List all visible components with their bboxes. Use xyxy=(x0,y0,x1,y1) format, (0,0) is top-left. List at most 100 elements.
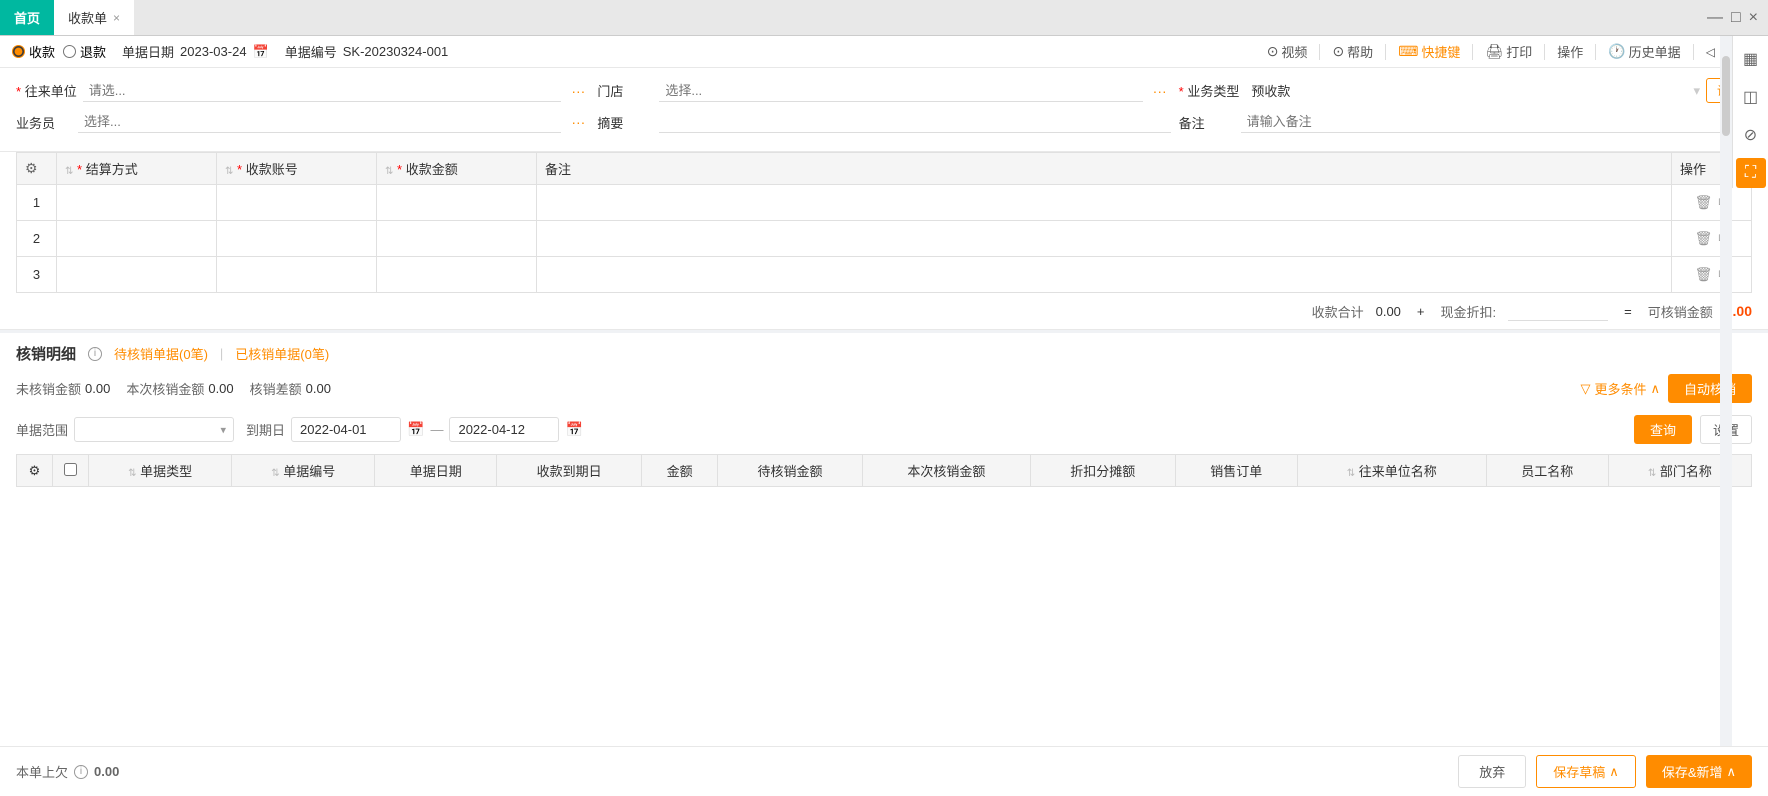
biz-type-field: * 业务类型 预收款 ▾ 设置 xyxy=(1179,78,1752,103)
date-to-calendar-icon[interactable]: 📅 xyxy=(565,421,582,438)
refund-radio[interactable] xyxy=(63,45,76,58)
operation-label: 操作 xyxy=(1557,42,1583,61)
reconcile-section: 核销明细 i 待核销单据(0笔) | 已核销单据(0笔) 未核销金额 0.00 … xyxy=(0,330,1768,497)
staff-input[interactable] xyxy=(78,111,561,133)
save-draft-label: 保存草稿 xyxy=(1553,762,1605,781)
save-new-button[interactable]: 保存&新增 ∧ xyxy=(1646,755,1752,788)
sidebar-icon-2[interactable]: ◫ xyxy=(1736,82,1766,112)
save-draft-button[interactable]: 保存草稿 ∧ xyxy=(1536,755,1636,788)
video-btn[interactable]: ⊙ 视频 xyxy=(1267,42,1308,61)
right-sidebar: ▦ ◫ ⊘ ⛶ xyxy=(1732,36,1768,188)
reconcile-info-icon[interactable]: i xyxy=(88,347,102,361)
help-btn[interactable]: ⊙ 帮助 xyxy=(1332,42,1373,61)
shortcut-btn[interactable]: ⌨ 快捷键 xyxy=(1398,42,1460,61)
due-label: 到期日 xyxy=(246,420,285,439)
row-2-settle[interactable] xyxy=(57,221,217,257)
sidebar-icon-3[interactable]: ⊘ xyxy=(1736,120,1766,150)
th-discount: 折扣分摊额 xyxy=(1030,455,1175,487)
receipt-radio-text: 收款 xyxy=(29,42,55,61)
more-filter-btn[interactable]: ▽ 更多条件 ∧ xyxy=(1580,379,1660,398)
unchecked-stat: 未核销金额 0.00 xyxy=(16,379,110,398)
tab-home[interactable]: 首页 xyxy=(0,0,54,35)
th-due-date: 收款到期日 xyxy=(497,455,642,487)
receipt-table-container: ⚙ ⇅ * 结算方式 ⇅ * 收款账号 ⇅ * 收款 xyxy=(0,152,1768,293)
range-label: 单据范围 xyxy=(16,420,68,439)
discard-button[interactable]: 放弃 xyxy=(1458,755,1526,788)
row-1-account[interactable] xyxy=(217,185,377,221)
receipt-radio-label[interactable]: 收款 xyxy=(12,42,55,61)
table-gear-icon[interactable]: ⚙ xyxy=(25,160,38,176)
date-from-calendar-icon[interactable]: 📅 xyxy=(407,421,424,438)
more-filter-label: 更多条件 xyxy=(1594,379,1646,398)
store-input[interactable] xyxy=(659,80,1142,102)
staff-field: 业务员 ··· xyxy=(16,111,589,133)
operation-btn[interactable]: 操作 xyxy=(1557,42,1583,61)
th-operation-label: 操作 xyxy=(1680,162,1706,177)
row-3-delete-icon[interactable]: 🗑 xyxy=(1695,266,1713,283)
receipt-radio[interactable] xyxy=(12,45,25,58)
th-pending: 待核销金额 xyxy=(718,455,863,487)
pending-tab-link[interactable]: 待核销单据(0笔) xyxy=(114,344,208,363)
row-1-remark[interactable] xyxy=(537,185,1672,221)
doc-date-label: 单据日期 xyxy=(122,42,174,61)
date-from-input[interactable] xyxy=(291,417,401,442)
query-btn[interactable]: 查询 xyxy=(1634,415,1692,444)
partner-more-btn[interactable]: ··· xyxy=(567,83,589,99)
row-1-delete-icon[interactable]: 🗑 xyxy=(1695,194,1713,211)
tab-receipt[interactable]: 收款单 × xyxy=(54,0,134,35)
sidebar-icon-1[interactable]: ▦ xyxy=(1736,44,1766,74)
prev-info-icon[interactable]: i xyxy=(74,765,88,779)
note-field: 备注 xyxy=(1179,111,1752,133)
win-max-button[interactable]: □ xyxy=(1731,9,1741,27)
refund-radio-label[interactable]: 退款 xyxy=(63,42,106,61)
row-2-delete-icon[interactable]: 🗑 xyxy=(1695,230,1713,247)
tab-receipt-close[interactable]: × xyxy=(113,11,120,25)
note-input[interactable] xyxy=(1241,111,1752,133)
discount-input[interactable] xyxy=(1508,301,1608,321)
partner-input[interactable] xyxy=(83,80,562,102)
staff-more-btn[interactable]: ··· xyxy=(567,114,589,130)
sidebar-icon-4[interactable]: ⛶ xyxy=(1736,158,1766,188)
win-close-button[interactable]: × xyxy=(1749,9,1758,27)
available-label: 可核销金额 xyxy=(1648,302,1713,321)
th-pending-label: 待核销金额 xyxy=(758,464,823,479)
history-btn[interactable]: 🕐 历史单据 xyxy=(1608,42,1680,61)
print-btn[interactable]: 🖨 打印 xyxy=(1485,42,1532,61)
row-3-remark[interactable] xyxy=(537,257,1672,293)
doc-no-value: SK-20230324-001 xyxy=(343,44,449,59)
doc-date-value: 2023-03-24 xyxy=(180,44,247,59)
range-select[interactable] xyxy=(74,417,234,442)
date-calendar-icon[interactable]: 📅 xyxy=(253,44,269,60)
summary-field: 摘要 xyxy=(597,111,1170,133)
th-current: 本次核销金额 xyxy=(863,455,1031,487)
select-all-checkbox[interactable] xyxy=(64,463,77,476)
done-tab-link[interactable]: 已核销单据(0笔) xyxy=(235,344,329,363)
doc-no-label: 单据编号 xyxy=(285,42,337,61)
tab-bar: 首页 收款单 × — □ × xyxy=(0,0,1768,36)
win-min-button[interactable]: — xyxy=(1707,9,1723,27)
scrollbar-thumb[interactable] xyxy=(1722,56,1730,136)
table-gear-icon-2[interactable]: ⚙ xyxy=(29,463,41,478)
table-row: 2 🗑 ⧉ xyxy=(17,221,1752,257)
biz-type-dropdown-icon[interactable]: ▾ xyxy=(1693,83,1700,99)
row-1-settle[interactable] xyxy=(57,185,217,221)
due-date-filter-group: 到期日 📅 — 📅 xyxy=(246,417,583,442)
th-order-label: 销售订单 xyxy=(1210,464,1262,479)
row-2-amount[interactable] xyxy=(377,221,537,257)
th-due-date-label: 收款到期日 xyxy=(537,464,602,479)
store-more-btn[interactable]: ··· xyxy=(1149,83,1171,99)
receipt-table: ⚙ ⇅ * 结算方式 ⇅ * 收款账号 ⇅ * 收款 xyxy=(16,152,1752,293)
shortcut-label: 快捷键 xyxy=(1421,42,1460,61)
unchecked-value: 0.00 xyxy=(85,381,110,396)
th-amount: 金额 xyxy=(642,455,718,487)
row-3-account[interactable] xyxy=(217,257,377,293)
row-1-amount[interactable] xyxy=(377,185,537,221)
auto-reconcile-btn[interactable]: 自动核销 xyxy=(1668,374,1752,403)
row-2-remark[interactable] xyxy=(537,221,1672,257)
date-to-input[interactable] xyxy=(449,417,559,442)
row-3-amount[interactable] xyxy=(377,257,537,293)
row-2-account[interactable] xyxy=(217,221,377,257)
row-3-settle[interactable] xyxy=(57,257,217,293)
summary-input[interactable] xyxy=(659,111,1170,133)
layout-btn-1[interactable]: ◁ xyxy=(1706,45,1715,59)
